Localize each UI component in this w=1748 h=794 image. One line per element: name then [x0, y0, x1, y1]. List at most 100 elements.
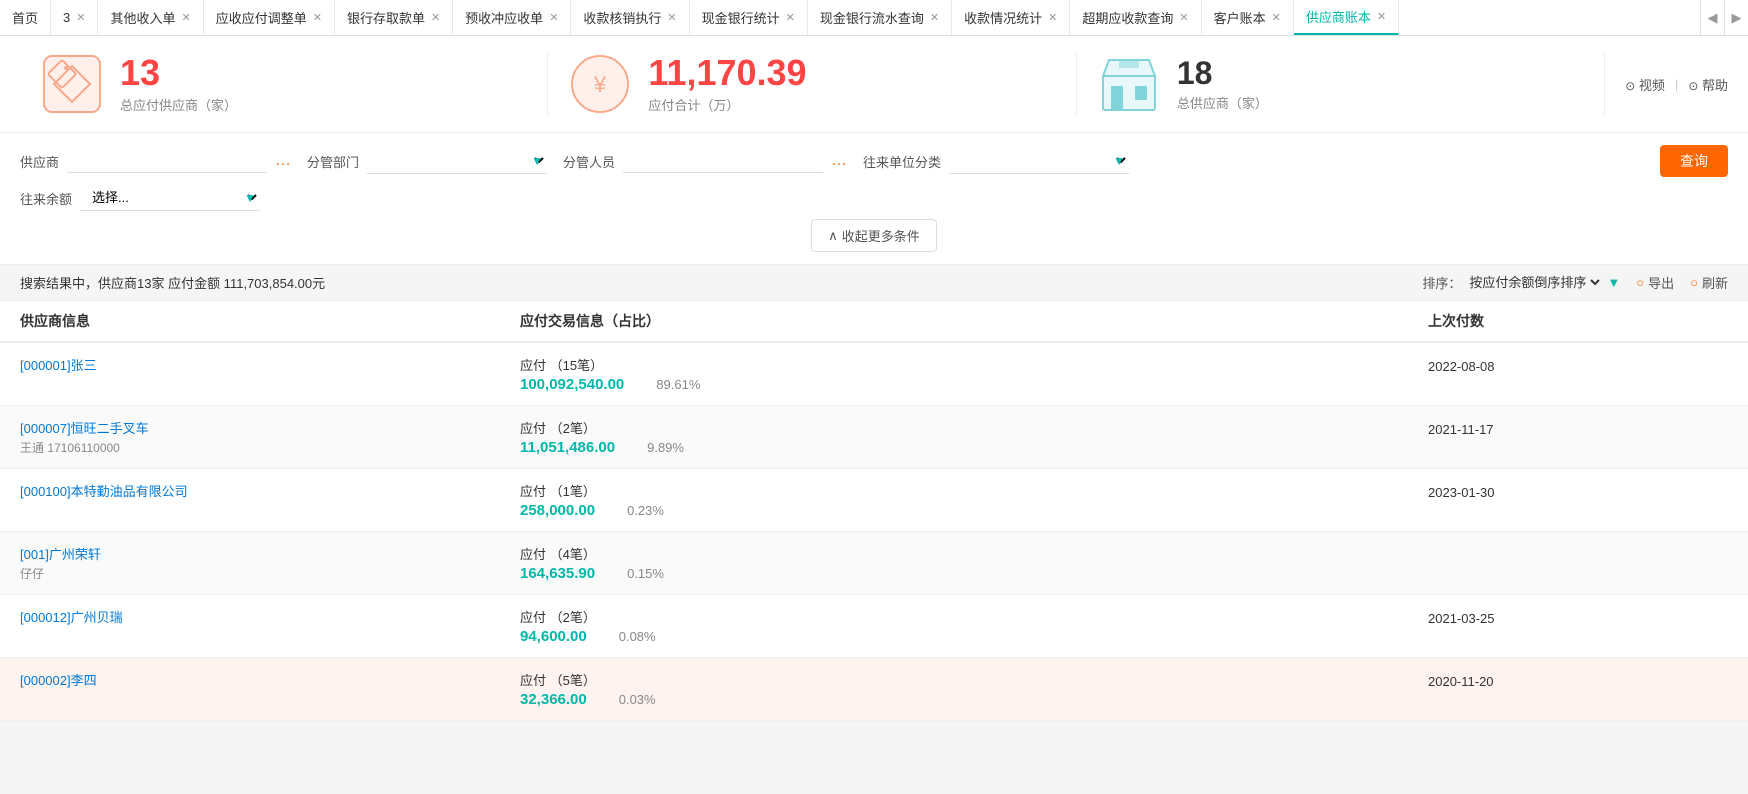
supplier-label: 供应商: [20, 152, 59, 171]
table-row: [001]广州荣轩 仔仔 应付 （4笔） 164,635.90 0.15%: [0, 532, 1748, 595]
nav-tab3[interactable]: 3 ✕: [51, 0, 98, 35]
dept-label: 分管部门: [307, 152, 359, 171]
tx-amount-row: 100,092,540.00 89.61%: [520, 374, 1428, 393]
tx-amount: 94,600.00: [520, 628, 587, 645]
table-row: [000007]恒旺二手叉车 王通 17106110000 应付 （2笔） 11…: [0, 406, 1748, 469]
supplier-link[interactable]: [000001]张三: [20, 358, 97, 373]
tx-amount: 11,051,486.00: [520, 439, 615, 456]
export-button[interactable]: ○ 导出: [1636, 273, 1674, 292]
close-icon[interactable]: ✕: [431, 11, 440, 24]
tx-percent: 89.61%: [656, 377, 700, 392]
close-icon[interactable]: ✕: [76, 11, 85, 24]
filter-balance: 往来余额 选择... ▼: [20, 185, 260, 211]
last-payment-cell: 2022-08-08: [1428, 355, 1728, 374]
card2-label: 应付合计（万）: [648, 95, 806, 114]
supplier-link[interactable]: [000100]本特勤油品有限公司: [20, 484, 188, 499]
close-icon[interactable]: ✕: [667, 11, 676, 24]
nav-overdue[interactable]: 超期应收款查询 ✕: [1070, 0, 1201, 35]
video-link[interactable]: ⊙ 视频: [1625, 75, 1665, 94]
supplier-dots-icon[interactable]: …: [275, 152, 291, 170]
person-input[interactable]: [623, 149, 823, 173]
dept-select-wrapper: ▼: [367, 148, 547, 174]
nav-home[interactable]: 首页: [0, 0, 51, 35]
supplier-info-cell: [001]广州荣轩 仔仔: [20, 544, 520, 582]
tx-type: 应付 （15笔）: [520, 355, 1428, 374]
nav-other-income[interactable]: 其他收入单 ✕: [98, 0, 203, 35]
transaction-info-cell: 应付 （5笔） 32,366.00 0.03%: [520, 670, 1428, 708]
card1-label: 总应付供应商（家）: [120, 95, 237, 114]
supplier-info-cell: [000007]恒旺二手叉车 王通 17106110000: [20, 418, 520, 456]
transaction-info-cell: 应付 （2笔） 94,600.00 0.08%: [520, 607, 1428, 645]
transaction-info-cell: 应付 （15笔） 100,092,540.00 89.61%: [520, 355, 1428, 393]
last-payment-cell: 2023-01-30: [1428, 481, 1728, 500]
transaction-info-cell: 应付 （4笔） 164,635.90 0.15%: [520, 544, 1428, 582]
refresh-button[interactable]: ○ 刷新: [1690, 273, 1728, 292]
nav-arrows: ◀ ▶: [1700, 0, 1748, 36]
nav-recv-stat[interactable]: 收款情况统计 ✕: [952, 0, 1070, 35]
close-icon[interactable]: ✕: [1377, 10, 1386, 23]
person-dots-icon[interactable]: …: [831, 152, 847, 170]
card1-content: 13 总应付供应商（家）: [120, 55, 237, 114]
supplier-info-cell: [000100]本特勤油品有限公司: [20, 481, 520, 500]
unit-class-dropdown-icon: ▼: [1113, 154, 1125, 168]
tx-type: 应付 （5笔）: [520, 670, 1428, 689]
refresh-icon: ○: [1690, 275, 1698, 290]
close-icon[interactable]: ✕: [1272, 11, 1281, 24]
tx-amount-row: 32,366.00 0.03%: [520, 689, 1428, 708]
last-payment-cell: 2021-03-25: [1428, 607, 1728, 626]
supplier-icon: [40, 52, 104, 116]
tx-type: 应付 （4笔）: [520, 544, 1428, 563]
tx-amount: 32,366.00: [520, 691, 587, 708]
nav-recv-verify[interactable]: 收款核销执行 ✕: [571, 0, 689, 35]
nav-cash-stat[interactable]: 现金银行统计 ✕: [690, 0, 808, 35]
filter-dept: 分管部门 ▼: [307, 148, 547, 174]
supplier-link[interactable]: [001]广州荣轩: [20, 547, 101, 562]
filter-unit-class: 往来单位分类 ▼: [863, 148, 1129, 174]
supplier-input[interactable]: [67, 149, 267, 173]
last-payment-cell: 2020-11-20: [1428, 670, 1728, 689]
table-header: 供应商信息 应付交易信息（占比） 上次付数: [0, 301, 1748, 343]
summary-card-amount: ¥ 11,170.39 应付合计（万）: [548, 52, 1076, 116]
dept-select[interactable]: [367, 148, 547, 173]
sort-select[interactable]: 按应付余额倒序排序: [1465, 274, 1603, 291]
help-link[interactable]: ⊙ 帮助: [1688, 75, 1728, 94]
results-info: 搜索结果中，供应商13家 应付金额 111,703,854.00元: [20, 273, 325, 292]
nav-adjust[interactable]: 应收应付调整单 ✕: [204, 0, 335, 35]
results-bar: 搜索结果中，供应商13家 应付金额 111,703,854.00元 排序： 按应…: [0, 265, 1748, 301]
nav-right-arrow[interactable]: ▶: [1724, 0, 1748, 36]
supplier-sub: 王通 17106110000: [20, 439, 520, 456]
tx-amount-row: 11,051,486.00 9.89%: [520, 437, 1428, 456]
transaction-info-cell: 应付 （1笔） 258,000.00 0.23%: [520, 481, 1428, 519]
nav-customer-book[interactable]: 客户账本 ✕: [1202, 0, 1294, 35]
balance-select-wrapper: 选择... ▼: [80, 185, 260, 211]
balance-select[interactable]: 选择...: [80, 185, 260, 210]
unit-class-select-wrapper: ▼: [949, 148, 1129, 174]
tx-type: 应付 （2笔）: [520, 418, 1428, 437]
nav-advance-recv[interactable]: 预收冲应收单 ✕: [453, 0, 571, 35]
dept-dropdown-icon: ▼: [531, 154, 543, 168]
col-tx-info: 应付交易信息（占比）: [520, 311, 1428, 331]
tx-amount: 164,635.90: [520, 565, 595, 582]
close-icon[interactable]: ✕: [1048, 11, 1057, 24]
nav-bank[interactable]: 银行存取款单 ✕: [335, 0, 453, 35]
nav-left-arrow[interactable]: ◀: [1700, 0, 1724, 36]
close-icon[interactable]: ✕: [549, 11, 558, 24]
supplier-link[interactable]: [000007]恒旺二手叉车: [20, 421, 149, 436]
query-button[interactable]: 查询: [1660, 145, 1728, 177]
close-icon[interactable]: ✕: [786, 11, 795, 24]
nav-supplier-book[interactable]: 供应商账本 ✕: [1294, 0, 1399, 35]
tx-amount: 258,000.00: [520, 502, 595, 519]
table-row: [000100]本特勤油品有限公司 应付 （1笔） 258,000.00 0.2…: [0, 469, 1748, 532]
sort-label: 排序：: [1422, 273, 1461, 292]
close-icon[interactable]: ✕: [930, 11, 939, 24]
nav-cash-query[interactable]: 现金银行流水查询 ✕: [808, 0, 952, 35]
collapse-button[interactable]: ∧ 收起更多条件: [811, 219, 937, 252]
close-icon[interactable]: ✕: [1179, 11, 1188, 24]
close-icon[interactable]: ✕: [181, 11, 190, 24]
close-icon[interactable]: ✕: [313, 11, 322, 24]
card3-number: 18: [1177, 57, 1268, 89]
supplier-link[interactable]: [000002]李四: [20, 673, 97, 688]
top-navigation: 首页 3 ✕ 其他收入单 ✕ 应收应付调整单 ✕ 银行存取款单 ✕ 预收冲应收单…: [0, 0, 1748, 36]
unit-class-select[interactable]: [949, 148, 1129, 173]
supplier-link[interactable]: [000012]广州贝瑞: [20, 610, 123, 625]
